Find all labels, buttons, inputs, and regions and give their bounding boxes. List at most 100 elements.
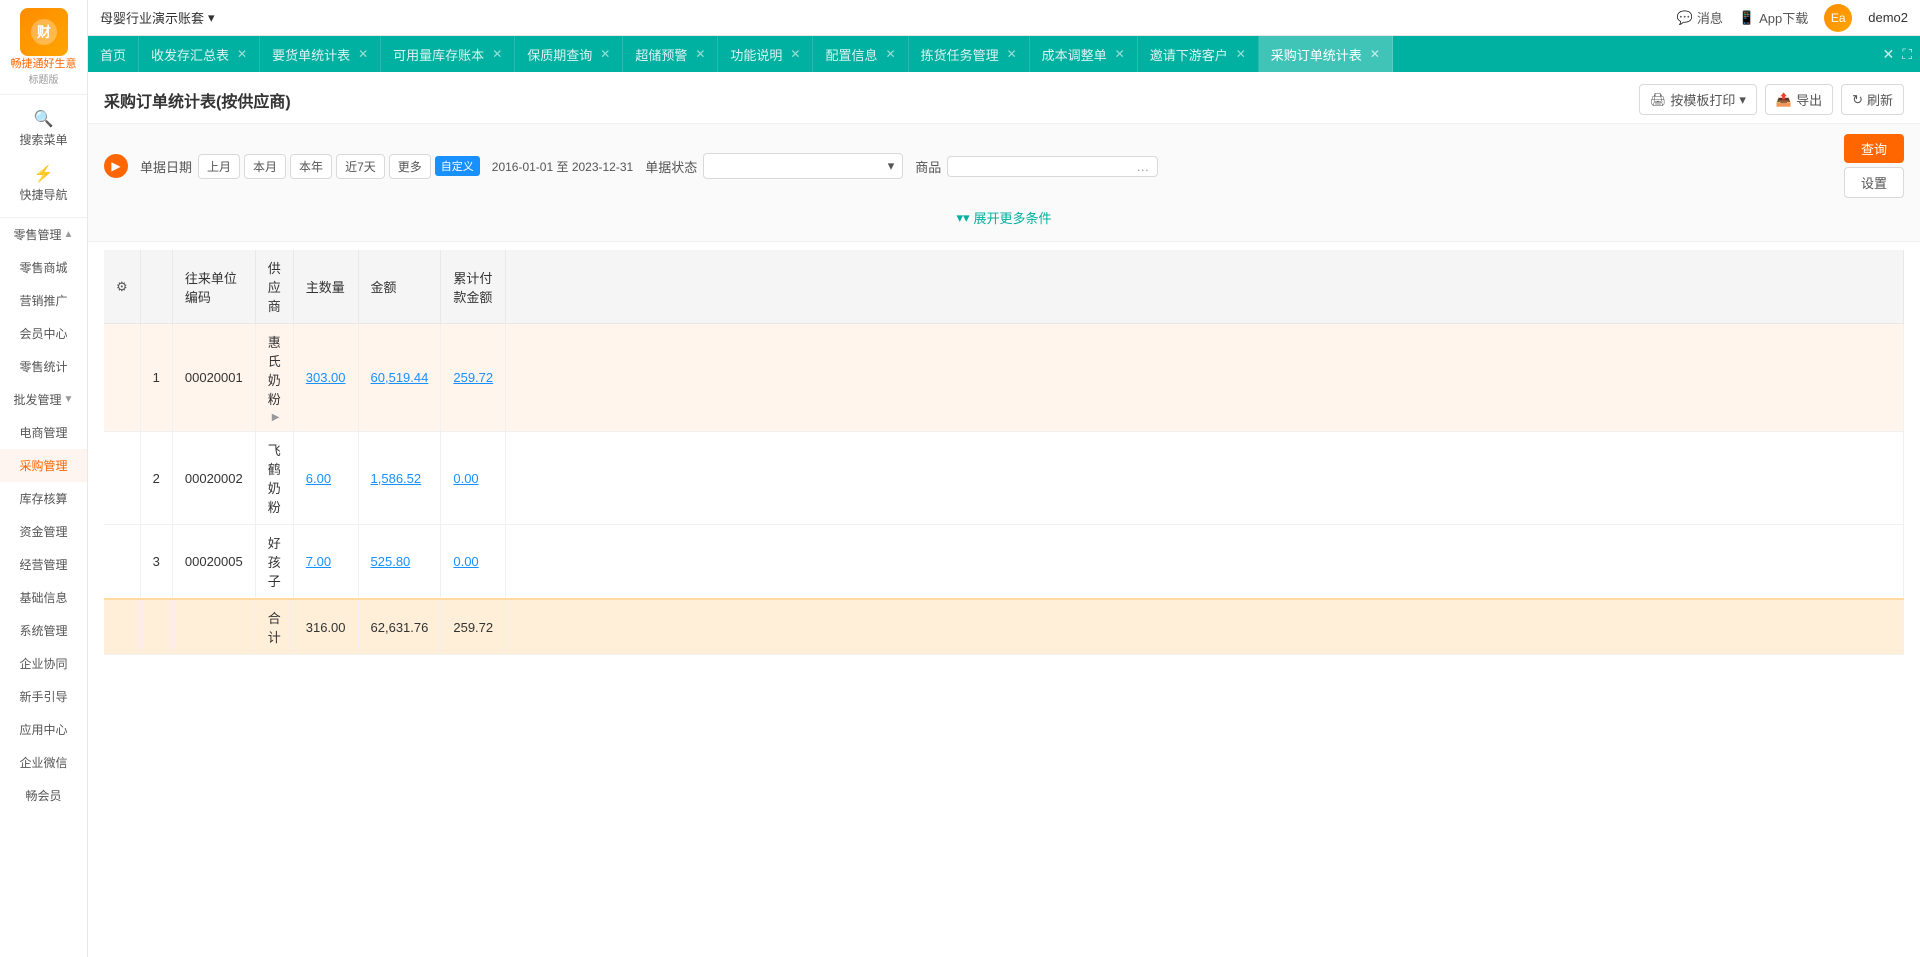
gear-icon[interactable]: ⚙ bbox=[116, 279, 128, 294]
sidebar-item-search[interactable]: 🔍 搜索菜单 bbox=[0, 101, 87, 156]
tab-close-icon[interactable]: ✕ bbox=[600, 47, 610, 61]
date-preset-last-7-days[interactable]: 近7天 bbox=[336, 154, 385, 179]
expand-more-label: 展开更多条件 bbox=[974, 208, 1052, 227]
sidebar-item-inventory[interactable]: 库存核算 bbox=[0, 482, 87, 515]
footer-cell-empty1 bbox=[104, 599, 140, 655]
table-cell-paid-amount: 259.72 bbox=[441, 324, 506, 432]
user-name: demo2 bbox=[1868, 10, 1908, 25]
logo-area: 财 畅捷通好生意 标题版 bbox=[0, 0, 87, 95]
paid-amount-link[interactable]: 259.72 bbox=[453, 370, 493, 385]
date-preset-this-year[interactable]: 本年 bbox=[290, 154, 332, 179]
product-filter-dots-icon[interactable]: … bbox=[1136, 159, 1149, 174]
table-cell-amount: 525.80 bbox=[358, 525, 441, 600]
supplier-name-text: 飞鹤奶粉 bbox=[268, 443, 281, 515]
sidebar: 财 畅捷通好生意 标题版 🔍 搜索菜单 ⚡ 快捷导航 零售管理 ▲ 零售商城 营… bbox=[0, 0, 88, 957]
table-th-paid-amount: 累计付款金额 bbox=[441, 250, 506, 324]
sidebar-item-enterprise[interactable]: 企业协同 bbox=[0, 647, 87, 680]
tab-function-desc[interactable]: 功能说明 ✕ bbox=[718, 36, 813, 72]
tab-usable-inventory[interactable]: 可用量库存账本 ✕ bbox=[381, 36, 515, 72]
custom-date-badge[interactable]: 自定义 bbox=[435, 156, 480, 176]
avatar-text: Ea bbox=[1831, 11, 1846, 25]
app-download-button[interactable]: 📱 App下载 bbox=[1739, 8, 1808, 27]
tab-quality-check[interactable]: 保质期查询 ✕ bbox=[515, 36, 623, 72]
expand-window-icon[interactable]: ⛶ bbox=[1902, 46, 1912, 63]
tab-close-icon[interactable]: ✕ bbox=[1007, 47, 1017, 61]
template-print-button[interactable]: 🖨 按模板打印 ▾ bbox=[1639, 84, 1757, 115]
date-preset-more[interactable]: 更多 bbox=[389, 154, 431, 179]
sidebar-item-retail-shop[interactable]: 零售商城 bbox=[0, 251, 87, 284]
table-row: 2 00020002 飞鹤奶粉 6.00 1,586.52 0.00 bbox=[104, 432, 1904, 525]
amount-link[interactable]: 60,519.44 bbox=[371, 370, 429, 385]
tab-receipt-summary[interactable]: 收发存汇总表 ✕ bbox=[139, 36, 260, 72]
tab-overstock[interactable]: 超储预警 ✕ bbox=[623, 36, 718, 72]
tab-config[interactable]: 配置信息 ✕ bbox=[813, 36, 908, 72]
refresh-button[interactable]: ↻ 刷新 bbox=[1841, 84, 1904, 115]
sidebar-item-member[interactable]: 会员中心 bbox=[0, 317, 87, 350]
quantity-link[interactable]: 6.00 bbox=[306, 471, 331, 486]
sidebar-item-retail-mgmt[interactable]: 零售管理 ▲ bbox=[0, 218, 87, 251]
date-preset-this-month[interactable]: 本月 bbox=[244, 154, 286, 179]
sidebar-item-system[interactable]: 系统管理 bbox=[0, 614, 87, 647]
tab-close-icon[interactable]: ✕ bbox=[1115, 47, 1125, 61]
tab-home[interactable]: 首页 bbox=[88, 36, 139, 72]
sidebar-item-wechat[interactable]: 企业微信 bbox=[0, 746, 87, 779]
tab-close-icon[interactable]: ✕ bbox=[886, 47, 896, 61]
sidebar-item-member2[interactable]: 畅会员 bbox=[0, 779, 87, 812]
sidebar-item-purchase[interactable]: 采购管理 bbox=[0, 449, 87, 482]
sidebar-item-basic-info[interactable]: 基础信息 bbox=[0, 581, 87, 614]
sidebar-main-section: 零售管理 ▲ 零售商城 营销推广 会员中心 零售统计 批发管理 ▼ 电商管理 采… bbox=[0, 218, 87, 957]
sidebar-item-marketing[interactable]: 营销推广 bbox=[0, 284, 87, 317]
sidebar-item-app-center[interactable]: 应用中心 bbox=[0, 713, 87, 746]
tab-quality-check-label: 保质期查询 bbox=[527, 45, 592, 64]
product-search-input[interactable] bbox=[956, 159, 1136, 174]
sidebar-item-operations[interactable]: 经营管理 bbox=[0, 548, 87, 581]
workspace-selector[interactable]: 母婴行业演示账套 ▾ bbox=[100, 8, 215, 27]
close-window-icon[interactable]: ✕ bbox=[1882, 46, 1894, 63]
tab-close-icon[interactable]: ✕ bbox=[1236, 47, 1246, 61]
sidebar-item-finance-label: 资金管理 bbox=[19, 523, 67, 540]
tab-close-icon[interactable]: ✕ bbox=[1370, 47, 1380, 61]
tab-purchase-order-stats[interactable]: 采购订单统计表 ✕ bbox=[1259, 36, 1393, 72]
tab-close-icon[interactable]: ✕ bbox=[358, 47, 368, 61]
amount-link[interactable]: 525.80 bbox=[371, 554, 411, 569]
sidebar-item-ecommerce[interactable]: 电商管理 bbox=[0, 416, 87, 449]
filter-expand-button[interactable]: ▶ bbox=[104, 154, 128, 178]
app-download-label: App下载 bbox=[1759, 8, 1808, 27]
settings-button[interactable]: 设置 bbox=[1844, 167, 1904, 198]
date-preset-last-month[interactable]: 上月 bbox=[198, 154, 240, 179]
tab-close-icon[interactable]: ✕ bbox=[695, 47, 705, 61]
logo-text: 畅捷通好生意 bbox=[11, 58, 77, 71]
query-button[interactable]: 查询 bbox=[1844, 134, 1904, 163]
footer-cell-empty3 bbox=[172, 599, 255, 655]
paid-amount-link[interactable]: 0.00 bbox=[453, 471, 478, 486]
avatar[interactable]: Ea bbox=[1824, 4, 1852, 32]
tab-close-icon[interactable]: ✕ bbox=[237, 47, 247, 61]
sidebar-item-finance[interactable]: 资金管理 bbox=[0, 515, 87, 548]
expand-more-button[interactable]: ▾▾ 展开更多条件 bbox=[948, 204, 1059, 231]
sidebar-item-wholesale[interactable]: 批发管理 ▼ bbox=[0, 383, 87, 416]
tab-order-stats[interactable]: 要货单统计表 ✕ bbox=[260, 36, 381, 72]
sidebar-item-basic-info-label: 基础信息 bbox=[19, 589, 67, 606]
tab-close-icon[interactable]: ✕ bbox=[492, 47, 502, 61]
tab-close-icon[interactable]: ✕ bbox=[790, 47, 800, 61]
tab-overstock-label: 超储预警 bbox=[635, 45, 687, 64]
row-expand-icon[interactable]: ▶ bbox=[272, 412, 280, 423]
paid-amount-link[interactable]: 0.00 bbox=[453, 554, 478, 569]
logo-subtext: 标题版 bbox=[29, 71, 59, 86]
message-button[interactable]: 💬 消息 bbox=[1677, 8, 1723, 27]
quantity-link[interactable]: 7.00 bbox=[306, 554, 331, 569]
sidebar-item-guide[interactable]: 新手引导 bbox=[0, 680, 87, 713]
quantity-link[interactable]: 303.00 bbox=[306, 370, 346, 385]
amount-link[interactable]: 1,586.52 bbox=[371, 471, 422, 486]
sidebar-item-quicknav[interactable]: ⚡ 快捷导航 bbox=[0, 156, 87, 211]
sidebar-item-retail-stats[interactable]: 零售统计 bbox=[0, 350, 87, 383]
table-th-quantity: 主数量 bbox=[293, 250, 358, 324]
export-button[interactable]: 📤 导出 bbox=[1765, 84, 1833, 115]
tab-cost-adjust[interactable]: 成本调整单 ✕ bbox=[1030, 36, 1138, 72]
footer-cell-empty2 bbox=[140, 599, 172, 655]
tab-invite-customer[interactable]: 邀请下游客户 ✕ bbox=[1138, 36, 1259, 72]
status-dropdown[interactable]: ▾ bbox=[703, 153, 903, 179]
print-icon: 🖨 bbox=[1650, 92, 1667, 108]
tab-picking[interactable]: 拣货任务管理 ✕ bbox=[909, 36, 1030, 72]
filter-row: ▶ 单据日期 上月 本月 本年 近7天 更多 自定义 2016-01-01 至 … bbox=[104, 134, 1904, 198]
